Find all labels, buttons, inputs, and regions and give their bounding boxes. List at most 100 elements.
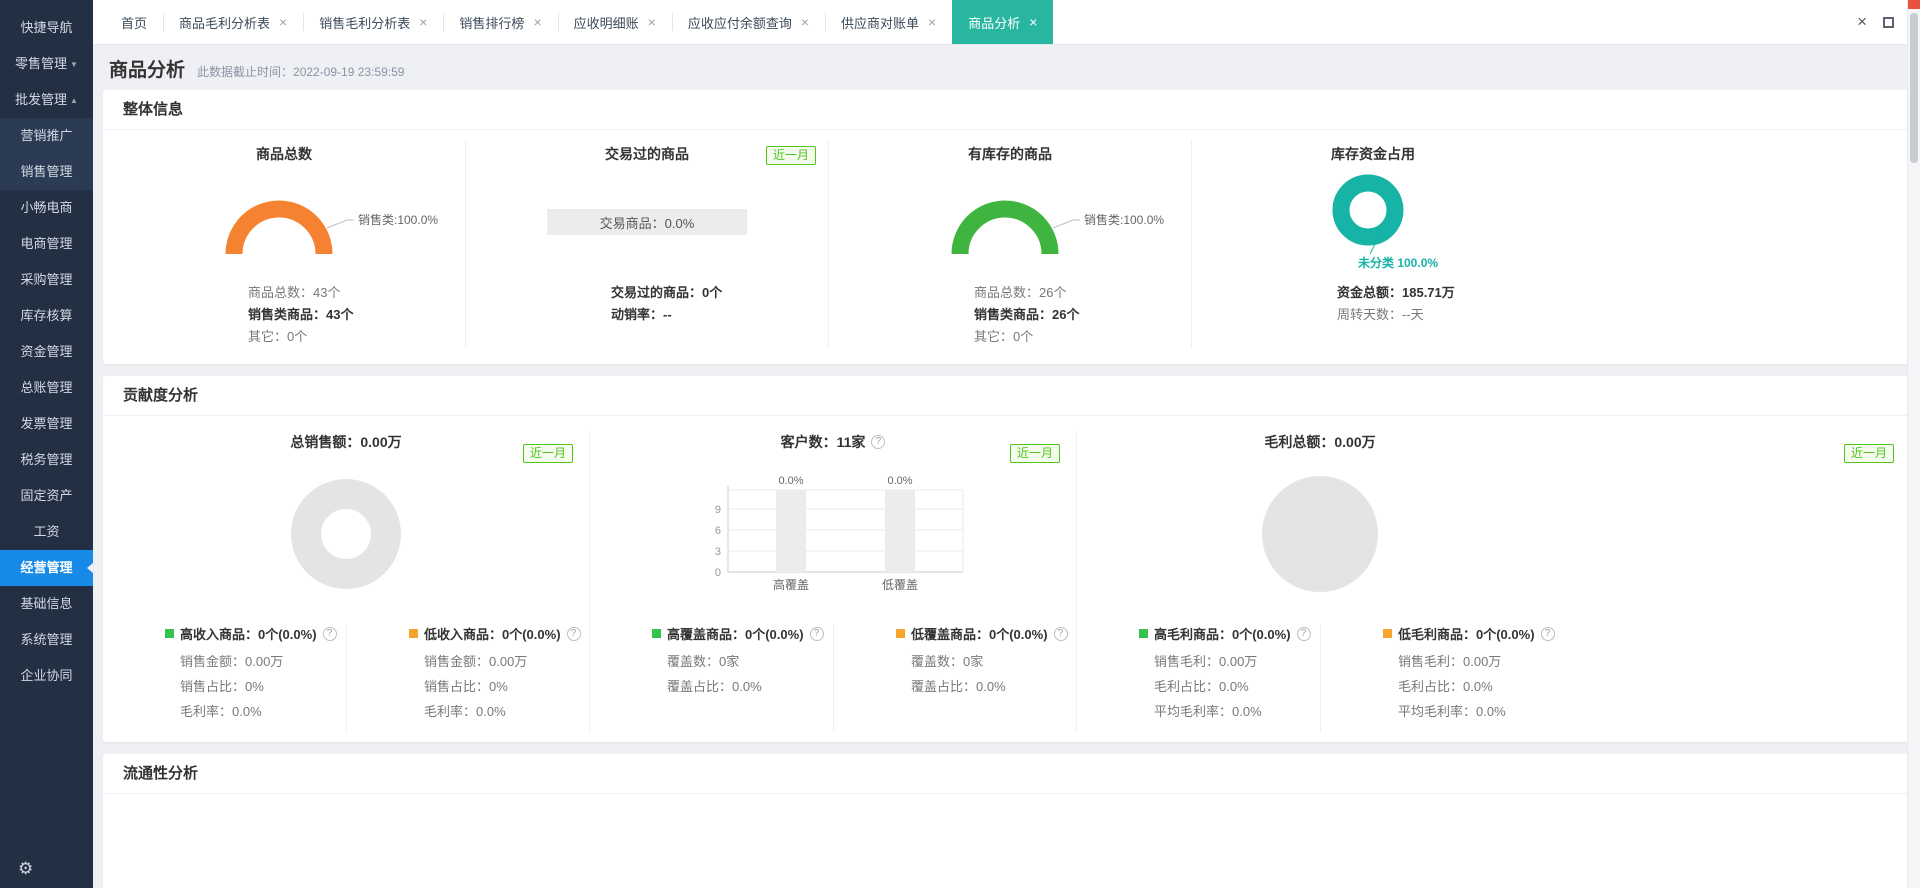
sidebar-item-8[interactable]: 库存核算 [0, 298, 93, 334]
panel-stats: 高收入商品：0个(0.0%) ? 销售金额：0.00万 销售占比：0% 毛利率：… [103, 624, 589, 732]
panel-stats: 商品总数：43个 销售类商品：43个 其它：0个 [248, 282, 465, 348]
group-line: 覆盖数：0家 [667, 654, 740, 669]
inventory-capital-donut-chart: 未分类 100.0% [1192, 170, 1554, 274]
tab-7[interactable]: 商品分析 × [952, 0, 1054, 44]
panel-stats: 资金总额：185.71万 周转天数：--天 [1337, 282, 1554, 326]
stat-line: 资金总额：185.71万 [1337, 285, 1455, 300]
bar-high-coverage [776, 490, 806, 572]
tab-3[interactable]: 销售排行榜 × [443, 0, 557, 44]
sidebar-item-5[interactable]: 小畅电商 [0, 190, 93, 226]
tab-0[interactable]: 首页 [105, 0, 163, 44]
fullscreen-box [1883, 16, 1894, 28]
page-header: 商品分析 此数据截止时间：2022-09-19 23:59:59 [93, 45, 1920, 90]
donut-ring [1332, 174, 1404, 246]
stat-line: 商品总数：26个 [974, 285, 1067, 300]
panel-title: 客户数：11家 [780, 434, 866, 450]
panel-gross-profit: 近一月 毛利总额：0.00万 高毛利商品：0个(0.0%) ? 销售毛利：0.0… [1076, 430, 1910, 732]
sidebar-item-label: 税务管理 [20, 452, 73, 467]
stat-line: 销售类商品：43个 [248, 307, 354, 322]
liquidity-body [103, 794, 1910, 888]
page-scrollbar[interactable] [1907, 0, 1920, 888]
sidebar-item-6[interactable]: 电商管理 [0, 226, 93, 262]
tab-1[interactable]: 商品毛利分析表 × [163, 0, 303, 44]
sidebar-item-9[interactable]: 资金管理 [0, 334, 93, 370]
sidebar-item-10[interactable]: 总账管理 [0, 370, 93, 406]
sidebar-item-15[interactable]: 经营管理 [0, 550, 93, 586]
gross-profit-pie-chart [1077, 454, 1563, 614]
panel-stats: 高毛利商品：0个(0.0%) ? 销售毛利：0.00万 毛利占比：0.0% 平均… [1077, 624, 1563, 732]
tab-close-icon[interactable]: × [648, 14, 656, 30]
annotation-line [326, 219, 354, 229]
section-title-liquidity: 流通性分析 [103, 754, 1910, 794]
sidebar-item-13[interactable]: 固定资产 [0, 478, 93, 514]
y-tick-label: 6 [715, 525, 721, 537]
tab-4[interactable]: 应收明细账 × [557, 0, 672, 44]
group-label: 低毛利商品：0个(0.0%) [1398, 627, 1535, 642]
sidebar-item-label: 零售管理 [15, 56, 68, 71]
tab-label: 商品分析 [968, 15, 1021, 31]
tab-label: 应收明细账 [573, 15, 639, 31]
gear-icon[interactable]: ⚙ [18, 859, 33, 879]
info-icon[interactable]: ? [1296, 626, 1311, 641]
stat-line: 周转天数：--天 [1337, 307, 1424, 322]
info-icon[interactable]: ? [566, 626, 581, 641]
sidebar-item-18[interactable]: 企业协同 [0, 658, 93, 694]
group-line: 覆盖占比：0.0% [911, 679, 1006, 694]
sidebar-item-17[interactable]: 系统管理 [0, 622, 93, 658]
panel-traded-products: 近一月 交易过的商品 交易商品：0.0% 交易过的商品：0个 动销率：-- [465, 140, 828, 348]
group-line: 销售金额：0.00万 [424, 654, 528, 669]
sidebar-item-label: 企业协同 [20, 668, 73, 683]
info-icon[interactable]: ? [322, 626, 337, 641]
panel-title: 毛利总额：0.00万 [1264, 434, 1376, 450]
info-icon[interactable]: ? [871, 435, 886, 449]
gauge-annotation: 销售类:100.0% [1084, 212, 1164, 227]
tab-close-icon[interactable]: × [801, 14, 809, 30]
tab-list: 首页 商品毛利分析表 × 销售毛利分析表 × 销售排行榜 × 应收明细账 × 应收应付余额查询 × 供… [93, 0, 1920, 44]
stat-line: 销售类商品：26个 [974, 307, 1080, 322]
tab-close-icon[interactable]: × [279, 14, 287, 30]
group-line: 毛利占比：0.0% [1398, 679, 1493, 694]
info-icon[interactable]: ? [1053, 626, 1068, 641]
liquidity-card: 流通性分析 [103, 754, 1910, 888]
group-line: 销售占比：0% [424, 679, 508, 694]
legend-orange-icon [1383, 629, 1392, 638]
overview-body: 商品总数 销售类:100.0% 商品总数：43个 销售类商品：43个 其它：0个… [103, 130, 1910, 364]
sidebar-item-2[interactable]: 批发管理 ▲ [0, 82, 93, 118]
panel-title: 有库存的商品 [968, 146, 1052, 162]
sidebar-item-7[interactable]: 采购管理 [0, 262, 93, 298]
sidebar-item-4[interactable]: 销售管理 [0, 154, 93, 190]
scrollbar-thumb[interactable] [1910, 13, 1918, 163]
gauge-svg: 销售类:100.0% [951, 200, 1164, 255]
chevron-down-icon: ▼ [70, 60, 78, 69]
info-icon[interactable]: ? [809, 626, 824, 641]
panel-inventory-capital: 库存资金占用 未分类 100.0% 资金总额：185.71万 周转天数：--天 [1191, 140, 1910, 348]
sidebar-item-16[interactable]: 基础信息 [0, 586, 93, 622]
sidebar-item-1[interactable]: 零售管理 ▼ [0, 46, 93, 82]
tab-5[interactable]: 应收应付余额查询 × [671, 0, 825, 44]
tab-bar: 首页 商品毛利分析表 × 销售毛利分析表 × 销售排行榜 × 应收明细账 × 应收应付余额查询 × 供… [93, 0, 1920, 45]
group-line: 毛利率：0.0% [180, 704, 262, 719]
bar-value-label: 0.0% [778, 475, 803, 487]
group-line: 销售毛利：0.00万 [1154, 654, 1258, 669]
tab-2[interactable]: 销售毛利分析表 × [303, 0, 443, 44]
sidebar-item-label: 发票管理 [20, 416, 73, 431]
sidebar: 快捷导航 零售管理 ▼ 批发管理 ▲ 营销推广 销售管理 小畅电商 电商管理 采购管理 库存核算 资金… [0, 0, 93, 888]
bar-low-coverage [885, 490, 915, 572]
tab-close-icon[interactable]: × [928, 14, 936, 30]
sidebar-item-14[interactable]: 工资 [0, 514, 93, 550]
sidebar-item-12[interactable]: 税务管理 [0, 442, 93, 478]
close-icon[interactable]: × [1857, 12, 1867, 32]
tab-6[interactable]: 供应商对账单 × [825, 0, 952, 44]
active-item-notch-icon [87, 563, 93, 573]
tab-close-icon[interactable]: × [419, 14, 427, 30]
group-line: 毛利占比：0.0% [1154, 679, 1249, 694]
sidebar-item-11[interactable]: 发票管理 [0, 406, 93, 442]
info-icon[interactable]: ? [1540, 626, 1555, 641]
chevron-up-icon: ▲ [70, 96, 78, 105]
sidebar-item-3[interactable]: 营销推广 [0, 118, 93, 154]
fullscreen-icon[interactable] [1883, 16, 1894, 28]
tab-close-icon[interactable]: × [1029, 14, 1037, 30]
period-badge: 近一月 [765, 146, 816, 165]
tab-close-icon[interactable]: × [533, 14, 541, 30]
sidebar-item-0[interactable]: 快捷导航 [0, 10, 93, 46]
